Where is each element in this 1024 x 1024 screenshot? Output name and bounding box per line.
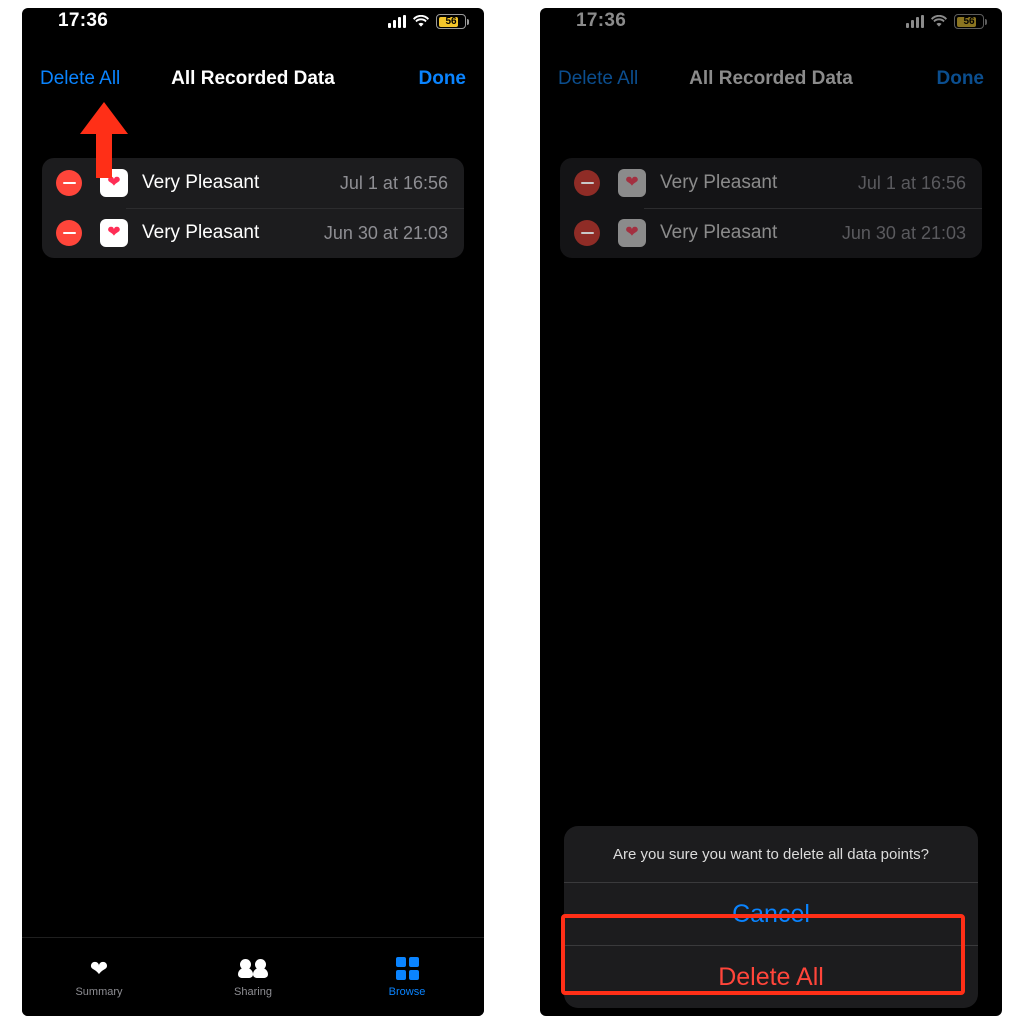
status-time: 17:36: [58, 10, 109, 31]
phone-screen-right: 17:36 56 Delete All All Recorded Data Do…: [540, 8, 1002, 1016]
navigation-bar: Delete All All Recorded Data Done: [540, 60, 1002, 104]
tab-summary[interactable]: ❤ Summary: [22, 938, 176, 1016]
navigation-bar: Delete All All Recorded Data Done: [22, 60, 484, 104]
tab-label: Summary: [75, 985, 123, 998]
list-item-label: Very Pleasant: [142, 172, 260, 193]
list-item-label: Very Pleasant: [660, 222, 778, 243]
list-item[interactable]: ❤ Very Pleasant Jun 30 at 21:03: [42, 208, 464, 258]
annotation-arrow: [80, 102, 128, 178]
annotation-highlight-box: [561, 914, 965, 995]
heart-icon: ❤: [100, 219, 128, 247]
done-button[interactable]: Done: [937, 68, 985, 90]
list-item-date: Jul 1 at 16:56: [339, 172, 448, 193]
heart-icon: ❤: [89, 955, 109, 981]
done-button[interactable]: Done: [419, 68, 467, 90]
battery-percent: 56: [963, 15, 975, 27]
tab-browse[interactable]: Browse: [330, 938, 484, 1016]
battery-icon: 56: [954, 14, 987, 29]
cellular-signal-icon: [906, 15, 924, 28]
action-sheet-title: Are you sure you want to delete all data…: [612, 846, 930, 863]
list-item[interactable]: ❤ Very Pleasant Jul 1 at 16:56: [560, 158, 982, 208]
tab-sharing[interactable]: Sharing: [176, 938, 330, 1016]
screenshot-canvas: 17:36 56 Delete All All Recorded Data Do…: [0, 0, 1024, 1024]
delete-row-button[interactable]: [574, 170, 600, 196]
list-item-date: Jun 30 at 21:03: [323, 222, 448, 243]
status-time: 17:36: [576, 10, 627, 31]
page-title: All Recorded Data: [171, 68, 335, 89]
people-icon: [238, 958, 268, 979]
delete-row-button[interactable]: [56, 220, 82, 246]
battery-icon: 56: [436, 14, 469, 29]
data-points-list: ❤ Very Pleasant Jul 1 at 16:56 ❤ Very Pl…: [560, 158, 982, 258]
list-item-label: Very Pleasant: [660, 172, 778, 193]
status-indicators: 56: [906, 14, 987, 29]
heart-icon: ❤: [618, 219, 646, 247]
tab-label: Browse: [388, 985, 426, 998]
battery-percent: 56: [445, 15, 457, 27]
status-indicators: 56: [388, 14, 469, 29]
list-item[interactable]: ❤ Very Pleasant Jun 30 at 21:03: [560, 208, 982, 258]
list-item-date: Jul 1 at 16:56: [857, 172, 966, 193]
tab-bar: ❤ Summary Sharing Browse: [22, 937, 484, 1016]
delete-row-button[interactable]: [574, 220, 600, 246]
tab-label: Sharing: [234, 985, 272, 998]
status-bar: 17:36 56: [22, 8, 484, 48]
cellular-signal-icon: [388, 15, 406, 28]
wifi-icon: [413, 15, 429, 28]
status-bar: 17:36 56: [540, 8, 1002, 48]
page-title: All Recorded Data: [689, 68, 853, 89]
list-item-label: Very Pleasant: [142, 222, 260, 243]
wifi-icon: [931, 15, 947, 28]
list-item-date: Jun 30 at 21:03: [841, 222, 966, 243]
heart-icon: ❤: [618, 169, 646, 197]
grid-icon: [395, 957, 419, 980]
